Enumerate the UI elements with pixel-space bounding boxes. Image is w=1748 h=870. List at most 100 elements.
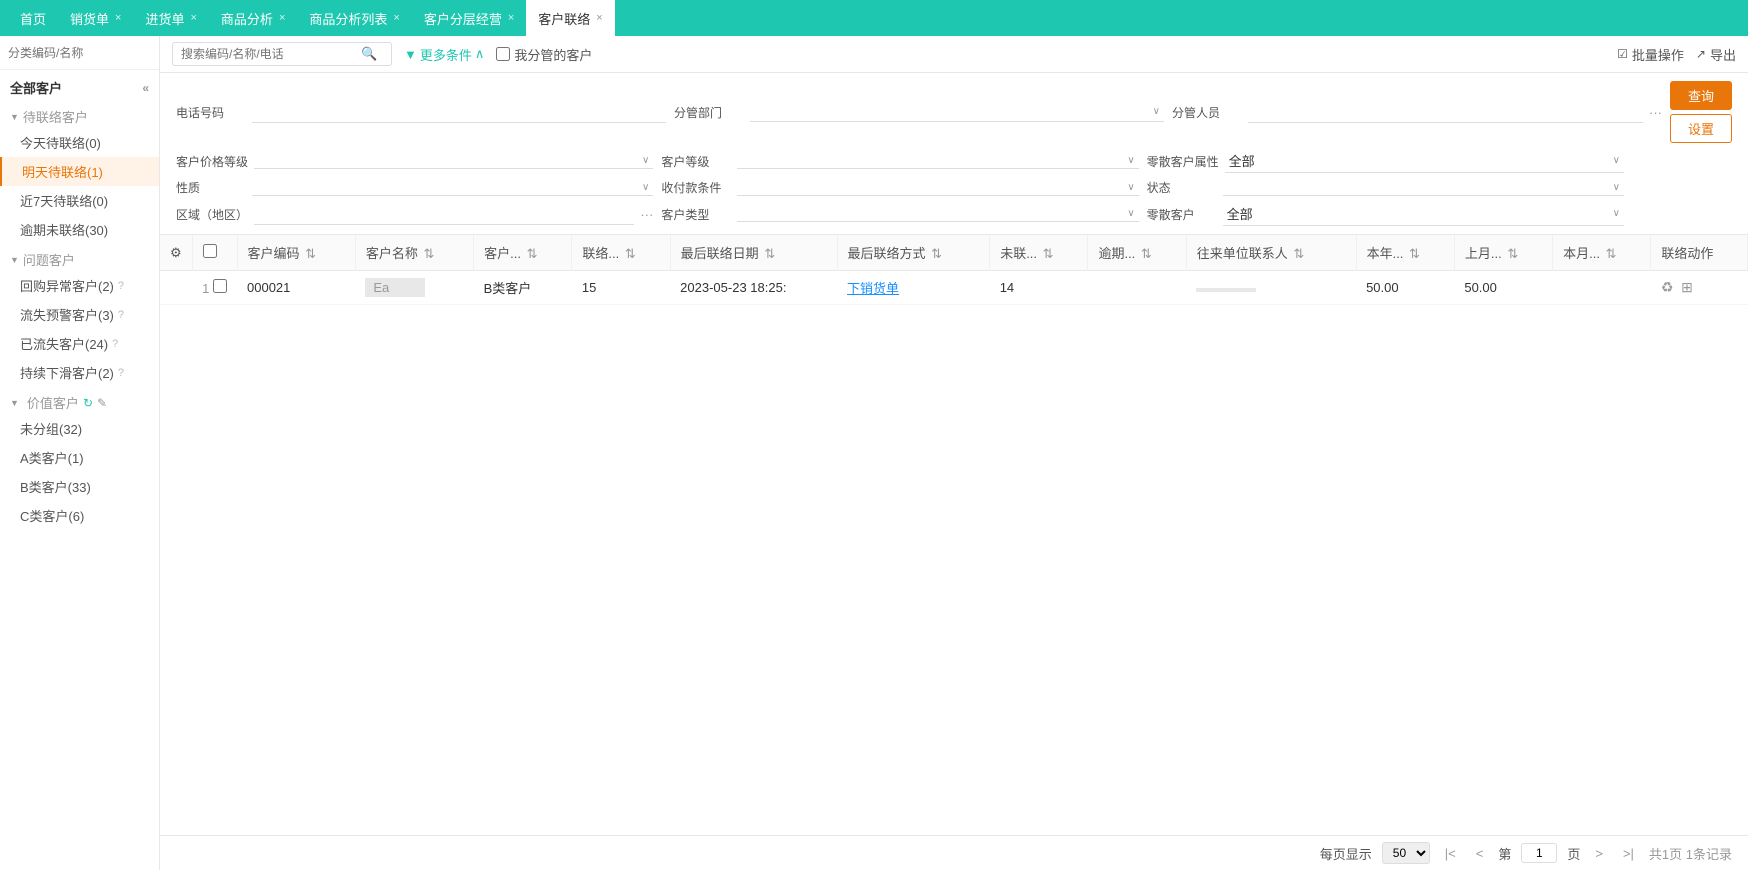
close-customer-contact-icon[interactable]: × — [596, 12, 602, 24]
search-icon[interactable]: 🔍 — [361, 46, 377, 62]
filter-area-input[interactable] — [254, 204, 634, 225]
sidebar-item-declining[interactable]: 持续下滑客户(2) ? — [0, 358, 159, 387]
sort-this-month-icon: ⇅ — [1606, 246, 1617, 261]
search-box[interactable]: 🔍 — [172, 42, 392, 66]
all-customers-header[interactable]: 全部客户 « — [0, 70, 159, 101]
filter-retail-attr-select[interactable]: 全部 ∨ — [1225, 149, 1624, 173]
filter-price-level-select[interactable]: ∨ — [254, 153, 653, 169]
nav-product-analysis[interactable]: 商品分析 × — [209, 0, 297, 36]
group-pending-contact[interactable]: 待联络客户 — [0, 101, 159, 128]
sidebar-item-class-b[interactable]: B类客户(33) — [0, 472, 159, 501]
setting-button[interactable]: 设置 — [1670, 114, 1732, 143]
select-all-checkbox[interactable] — [203, 244, 217, 258]
table-header-row: ⚙ 客户编码 ⇅ 客户名称 ⇅ — [160, 235, 1748, 271]
sidebar-item-class-a[interactable]: A类客户(1) — [0, 443, 159, 472]
nav-home[interactable]: 首页 — [8, 0, 58, 36]
th-checkbox[interactable] — [192, 235, 237, 271]
th-contact-count[interactable]: 联络... ⇅ — [572, 235, 670, 271]
th-uncontacted[interactable]: 未联... ⇅ — [990, 235, 1088, 271]
filter-customer-level-select[interactable]: ∨ — [737, 153, 1138, 169]
row-select-checkbox[interactable] — [213, 279, 227, 293]
sidebar-item-class-c[interactable]: C类客户(6) — [0, 501, 159, 530]
th-overdue[interactable]: 逾期... ⇅ — [1088, 235, 1186, 271]
th-this-year[interactable]: 本年... ⇅ — [1356, 235, 1454, 271]
export-icon: ↗ — [1696, 47, 1706, 61]
page-input[interactable] — [1521, 843, 1557, 863]
filter-dept-input[interactable] — [754, 105, 1153, 119]
sidebar-item-7days-contact[interactable]: 近7天待联络(0) — [0, 186, 159, 215]
sidebar-item-overdue-contact[interactable]: 逾期未联络(30) — [0, 215, 159, 244]
last-page-button[interactable]: >| — [1618, 844, 1639, 863]
close-purchase-order-icon[interactable]: × — [190, 12, 196, 24]
nav-product-analysis-list[interactable]: 商品分析列表 × — [297, 0, 411, 36]
area-more-icon[interactable]: ··· — [640, 207, 653, 222]
filter-row-3: 性质 ∨ 收付款条件 ∨ 状态 — [176, 179, 1732, 196]
filter-status-select[interactable]: ∨ — [1223, 180, 1624, 196]
my-customers-checkbox[interactable]: 我分管的客户 — [496, 45, 592, 64]
row-last-month: 50.00 — [1454, 271, 1552, 305]
nav-sales-order[interactable]: 销货单 × — [58, 0, 133, 36]
query-button[interactable]: 查询 — [1670, 81, 1732, 110]
nav-purchase-order[interactable]: 进货单 × — [133, 0, 208, 36]
sidebar-item-repurchase-anomaly[interactable]: 回购异常客户(2) ? — [0, 271, 159, 300]
th-customer-type[interactable]: 客户... ⇅ — [474, 235, 572, 271]
th-last-contact-method[interactable]: 最后联络方式 ⇅ — [837, 235, 990, 271]
filter-phone-input[interactable] — [252, 102, 666, 123]
filter-manager-input[interactable] — [1248, 102, 1643, 123]
sidebar-item-churned[interactable]: 已流失客户(24) ? — [0, 329, 159, 358]
filter-retail-customer-select[interactable]: 全部 ∨ — [1223, 202, 1624, 226]
th-last-contact-date[interactable]: 最后联络日期 ⇅ — [670, 235, 837, 271]
th-contact-person[interactable]: 往来单位联系人 ⇅ — [1186, 235, 1356, 271]
edit-value-icon[interactable]: ✎ — [97, 396, 107, 410]
export-button[interactable]: ↗ 导出 — [1696, 45, 1736, 64]
group-value-customers[interactable]: 价值客户 ↻ ✎ — [0, 387, 159, 414]
sidebar-item-tomorrow-contact[interactable]: 明天待联络(1) — [0, 157, 159, 186]
group-problem-customers[interactable]: 问题客户 — [0, 244, 159, 271]
advanced-filter-panel: 电话号码 分管部门 ∨ 分管人员 ··· 查询 设置 — [160, 73, 1748, 235]
sidebar-collapse-icon[interactable]: « — [142, 81, 149, 95]
retail-attr-dropdown-icon: ∨ — [1613, 155, 1620, 166]
th-this-month[interactable]: 本月... ⇅ — [1553, 235, 1651, 271]
retail-customer-dropdown-icon: ∨ — [1613, 208, 1620, 219]
row-this-year: 50.00 — [1356, 271, 1454, 305]
settings-icon[interactable]: ⚙ — [170, 245, 182, 260]
nav-customer-tier[interactable]: 客户分层经营 × — [412, 0, 526, 36]
filter-payment-select[interactable]: ∨ — [737, 180, 1138, 196]
sort-uncontacted-icon: ⇅ — [1043, 246, 1054, 261]
more-conditions-button[interactable]: ▼ 更多条件 ∧ — [404, 45, 484, 64]
first-page-button[interactable]: |< — [1440, 844, 1461, 863]
refresh-value-icon[interactable]: ↻ — [83, 396, 93, 410]
close-sales-order-icon[interactable]: × — [115, 12, 121, 24]
sidebar-search-box[interactable]: 🔍 — [0, 36, 159, 70]
th-settings[interactable]: ⚙ — [160, 235, 192, 271]
filter-customer-type-select[interactable]: ∨ — [737, 206, 1138, 222]
row-checkbox[interactable]: 1 — [192, 271, 237, 305]
batch-op-button[interactable]: ☑ 批量操作 — [1617, 45, 1684, 64]
sidebar-item-ungrouped[interactable]: 未分组(32) — [0, 414, 159, 443]
close-product-list-icon[interactable]: × — [393, 12, 399, 24]
next-page-button[interactable]: > — [1590, 844, 1608, 863]
filter-dept-select[interactable]: ∨ — [750, 103, 1164, 122]
th-last-month[interactable]: 上月... ⇅ — [1454, 235, 1552, 271]
th-action: 联络动作 — [1651, 235, 1748, 271]
prev-page-button[interactable]: < — [1471, 844, 1489, 863]
search-input[interactable] — [181, 47, 361, 61]
manager-more-icon[interactable]: ··· — [1649, 105, 1662, 120]
filter-nature-select[interactable]: ∨ — [252, 180, 653, 196]
close-customer-tier-icon[interactable]: × — [508, 12, 514, 24]
row-last-contact-method[interactable]: 下销货单 — [837, 271, 990, 305]
close-product-analysis-icon[interactable]: × — [279, 12, 285, 24]
row-action[interactable]: ♻ ⊞ — [1651, 271, 1748, 305]
sidebar-item-today-contact[interactable]: 今天待联络(0) — [0, 128, 159, 157]
per-page-select[interactable]: 50 — [1382, 842, 1430, 864]
th-customer-code[interactable]: 客户编码 ⇅ — [237, 235, 355, 271]
sidebar-item-churn-warning[interactable]: 流失预警客户(3) ? — [0, 300, 159, 329]
sort-code-icon: ⇅ — [305, 246, 316, 261]
row-settings-icon[interactable]: ♻ — [1661, 279, 1674, 295]
sidebar-search-input[interactable] — [8, 46, 160, 60]
my-customers-check[interactable] — [496, 47, 510, 61]
nav-customer-contact[interactable]: 客户联络 × — [526, 0, 614, 36]
row-grid-icon[interactable]: ⊞ — [1681, 279, 1693, 295]
customer-level-dropdown-icon: ∨ — [1127, 155, 1134, 166]
th-customer-name[interactable]: 客户名称 ⇅ — [355, 235, 473, 271]
